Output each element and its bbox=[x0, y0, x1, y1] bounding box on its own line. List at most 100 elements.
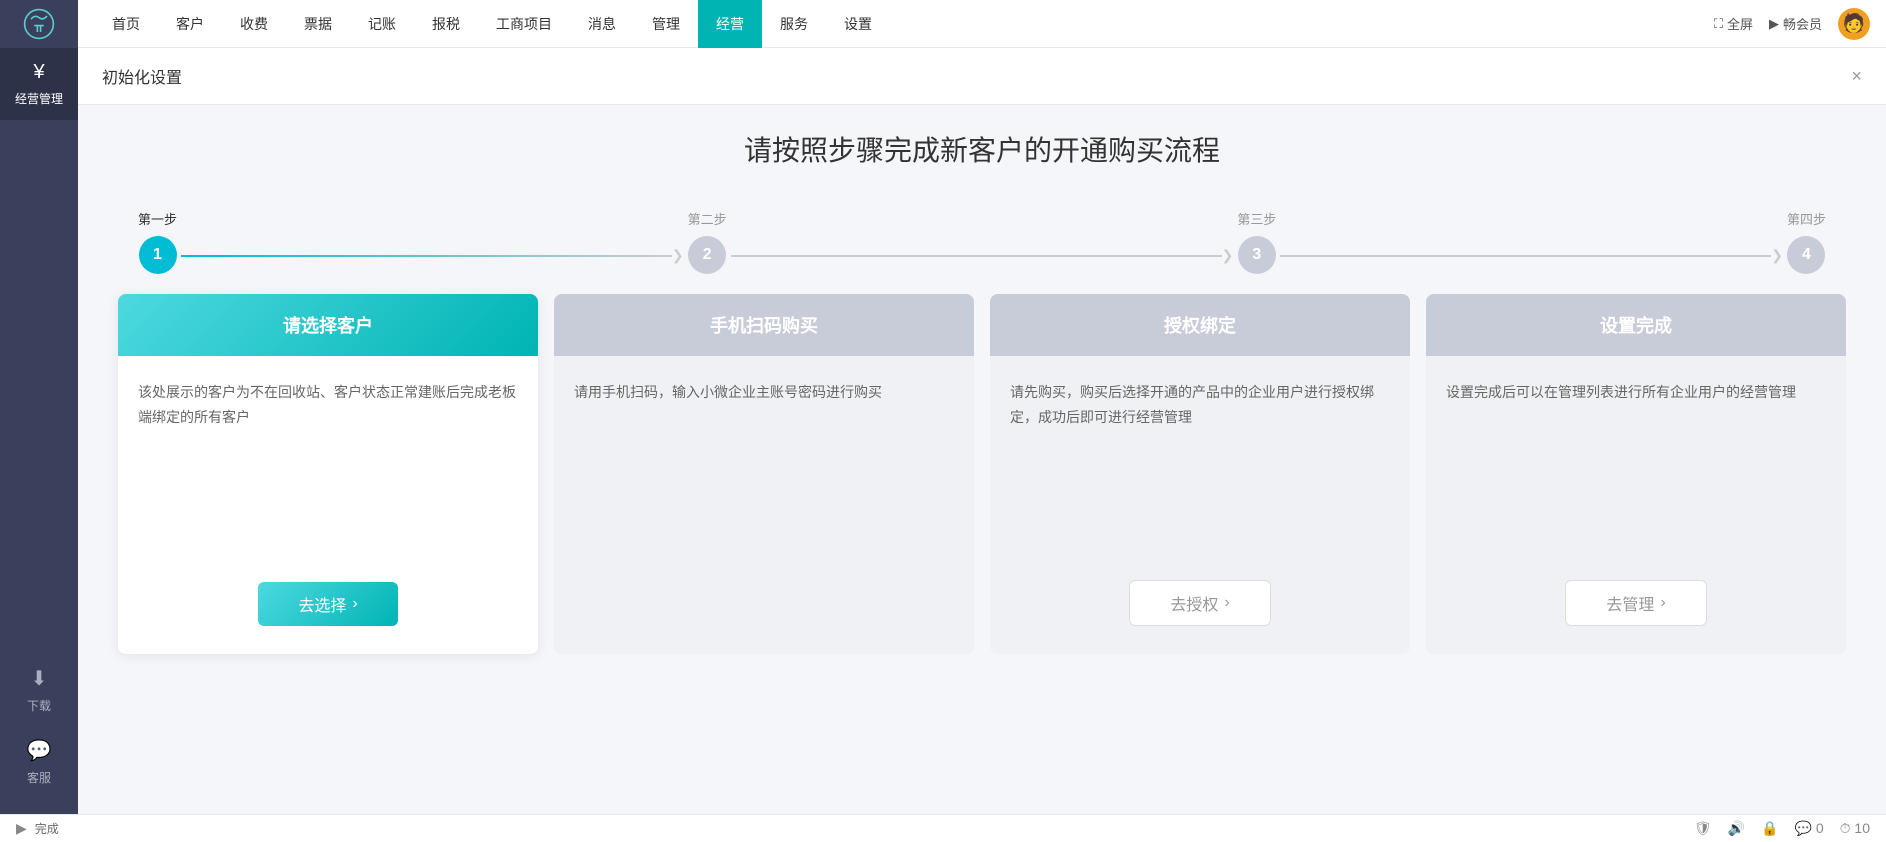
step4-circle: 4 bbox=[1787, 236, 1825, 274]
step-card-3: 授权绑定 请先购买，购买后选择开通的产品中的企业用户进行授权绑定，成功后即可进行… bbox=[990, 294, 1410, 654]
step-indicators: 第一步 1 ❯ 第二步 2 bbox=[118, 209, 1846, 274]
card1-body: 该处展示的客户为不在回收站、客户状态正常建账后完成老板端绑定的所有客户 bbox=[118, 356, 538, 566]
close-button[interactable]: × bbox=[1851, 67, 1862, 85]
content-area: 初始化设置 × 请按照步骤完成新客户的开通购买流程 第一步 1 ❯ bbox=[78, 48, 1886, 814]
card1-title: 请选择客户 bbox=[283, 316, 373, 336]
sidebar: ¥ 经营管理 ⬇ 下载 💬 客服 bbox=[0, 48, 78, 814]
step-connector-3-4: ❯ bbox=[1276, 247, 1787, 264]
card1-header: 请选择客户 bbox=[118, 294, 538, 356]
card4-header: 设置完成 bbox=[1426, 294, 1846, 356]
download-icon: ⬇ bbox=[31, 666, 48, 691]
nav-tax[interactable]: 报税 bbox=[414, 0, 478, 48]
card3-btn-arrow: › bbox=[1224, 594, 1229, 612]
card4-action-button[interactable]: 去管理 › bbox=[1565, 580, 1706, 626]
lock-icon: 🔒 bbox=[1761, 820, 1778, 837]
nav-operation[interactable]: 经营 bbox=[698, 0, 762, 48]
step3-circle: 3 bbox=[1238, 236, 1276, 274]
step-card-4: 设置完成 设置完成后可以在管理列表进行所有企业用户的经营管理 去管理 › bbox=[1426, 294, 1846, 654]
card2-title: 手机扫码购买 bbox=[710, 316, 818, 336]
nav-settings[interactable]: 设置 bbox=[826, 0, 890, 48]
card1-btn-arrow: › bbox=[352, 595, 357, 613]
nav-items: 首页 客户 收费 票据 记账 报税 工商项目 消息 管理 经营 服务 设置 bbox=[94, 0, 1714, 48]
step-cards: 请选择客户 该处展示的客户为不在回收站、客户状态正常建账后完成老板端绑定的所有客… bbox=[118, 294, 1846, 654]
step-connector-1-2: ❯ bbox=[177, 247, 688, 264]
step2-number: 2 bbox=[703, 246, 712, 264]
card1-body-text: 该处展示的客户为不在回收站、客户状态正常建账后完成老板端绑定的所有客户 bbox=[138, 384, 516, 425]
arrow-icon-1: ❯ bbox=[672, 247, 684, 264]
sidebar-label-operation: 经营管理 bbox=[15, 90, 63, 107]
fullscreen-btn[interactable]: ⛶ 全屏 bbox=[1714, 14, 1753, 33]
vip-btn[interactable]: ▶ 畅会员 bbox=[1769, 14, 1822, 33]
step-indicator-1: 第一步 1 bbox=[138, 209, 177, 274]
fullscreen-icon: ⛶ bbox=[1714, 16, 1723, 32]
sidebar-item-support[interactable]: 💬 客服 bbox=[0, 726, 78, 798]
logo-area bbox=[0, 0, 78, 48]
sidebar-item-operation[interactable]: ¥ 经营管理 bbox=[0, 48, 78, 120]
step1-label: 第一步 bbox=[138, 209, 177, 228]
card4-body: 设置完成后可以在管理列表进行所有企业用户的经营管理 bbox=[1426, 356, 1846, 564]
sidebar-label-download: 下载 bbox=[27, 697, 51, 714]
arrow-icon-3: ❯ bbox=[1771, 247, 1783, 264]
step-connector-2-3: ❯ bbox=[727, 247, 1238, 264]
card1-footer: 去选择 › bbox=[118, 566, 538, 654]
card2-body-text: 请用手机扫码，输入小微企业主账号密码进行购买 bbox=[574, 384, 882, 400]
nav-account[interactable]: 记账 bbox=[350, 0, 414, 48]
card4-body-text: 设置完成后可以在管理列表进行所有企业用户的经营管理 bbox=[1446, 384, 1796, 400]
volume-icon: 🔊 bbox=[1728, 820, 1745, 837]
play-icon: ▶ bbox=[1769, 16, 1779, 32]
card4-footer: 去管理 › bbox=[1426, 564, 1846, 654]
statusbar: ▶ 完成 🛡 🔊 🔒 💬 0 ⏱ 10 bbox=[0, 814, 1886, 842]
step4-number: 4 bbox=[1802, 246, 1811, 264]
card3-action-button[interactable]: 去授权 › bbox=[1129, 580, 1270, 626]
step2-label: 第二步 bbox=[688, 209, 727, 228]
step1-circle: 1 bbox=[139, 236, 177, 274]
card4-btn-arrow: › bbox=[1660, 594, 1665, 612]
sidebar-label-support: 客服 bbox=[27, 769, 51, 786]
card3-body-text: 请先购买，购买后选择开通的产品中的企业用户进行授权绑定，成功后即可进行经营管理 bbox=[1010, 384, 1374, 425]
card3-footer: 去授权 › bbox=[990, 564, 1410, 654]
page-title: 初始化设置 bbox=[102, 64, 182, 88]
card2-header: 手机扫码购买 bbox=[554, 294, 974, 356]
nav-service[interactable]: 服务 bbox=[762, 0, 826, 48]
nav-bill[interactable]: 票据 bbox=[286, 0, 350, 48]
card2-footer bbox=[554, 610, 974, 654]
top-navigation: 首页 客户 收费 票据 记账 报税 工商项目 消息 管理 经营 服务 设置 ⛶ … bbox=[0, 0, 1886, 48]
main-layout: ¥ 经营管理 ⬇ 下载 💬 客服 初始化设置 × 请按照步骤完成新客户的开通购买… bbox=[0, 48, 1886, 814]
nav-business[interactable]: 工商项目 bbox=[478, 0, 570, 48]
fullscreen-label: 全屏 bbox=[1727, 14, 1753, 33]
status-right: 🛡 🔊 🔒 💬 0 ⏱ 10 bbox=[1694, 820, 1870, 837]
connector-line-3 bbox=[1280, 255, 1771, 257]
card3-body: 请先购买，购买后选择开通的产品中的企业用户进行授权绑定，成功后即可进行经营管理 bbox=[990, 356, 1410, 564]
step3-number: 3 bbox=[1252, 246, 1261, 264]
user-avatar[interactable]: 🧑 bbox=[1838, 8, 1870, 40]
status-text: 完成 bbox=[35, 820, 59, 837]
vip-label: 畅会员 bbox=[1783, 14, 1822, 33]
play-button[interactable]: ▶ bbox=[16, 820, 27, 837]
card4-btn-label: 去管理 bbox=[1606, 591, 1654, 615]
support-icon: 💬 bbox=[27, 738, 52, 763]
card3-btn-label: 去授权 bbox=[1170, 591, 1218, 615]
nav-manage[interactable]: 管理 bbox=[634, 0, 698, 48]
page-header: 初始化设置 × bbox=[78, 48, 1886, 105]
time-icon: ⏱ 10 bbox=[1840, 820, 1870, 837]
card3-header: 授权绑定 bbox=[990, 294, 1410, 356]
yuan-icon: ¥ bbox=[33, 61, 44, 84]
card3-title: 授权绑定 bbox=[1164, 316, 1236, 336]
sidebar-bottom: ⬇ 下载 💬 客服 bbox=[0, 654, 78, 814]
nav-customer[interactable]: 客户 bbox=[158, 0, 222, 48]
nav-fee[interactable]: 收费 bbox=[222, 0, 286, 48]
chat-icon: 💬 0 bbox=[1795, 820, 1824, 837]
step2-circle: 2 bbox=[688, 236, 726, 274]
card1-action-button[interactable]: 去选择 › bbox=[258, 582, 397, 626]
sidebar-item-download[interactable]: ⬇ 下载 bbox=[0, 654, 78, 726]
step4-label: 第四步 bbox=[1787, 209, 1826, 228]
step1-number: 1 bbox=[153, 246, 162, 264]
logo-icon bbox=[23, 8, 55, 40]
nav-message[interactable]: 消息 bbox=[570, 0, 634, 48]
shield-icon: 🛡 bbox=[1694, 820, 1712, 837]
step-card-2: 手机扫码购买 请用手机扫码，输入小微企业主账号密码进行购买 bbox=[554, 294, 974, 654]
nav-home[interactable]: 首页 bbox=[94, 0, 158, 48]
card2-body: 请用手机扫码，输入小微企业主账号密码进行购买 bbox=[554, 356, 974, 610]
nav-right: ⛶ 全屏 ▶ 畅会员 🧑 bbox=[1714, 8, 1870, 40]
step-indicator-3: 第三步 3 bbox=[1237, 209, 1276, 274]
